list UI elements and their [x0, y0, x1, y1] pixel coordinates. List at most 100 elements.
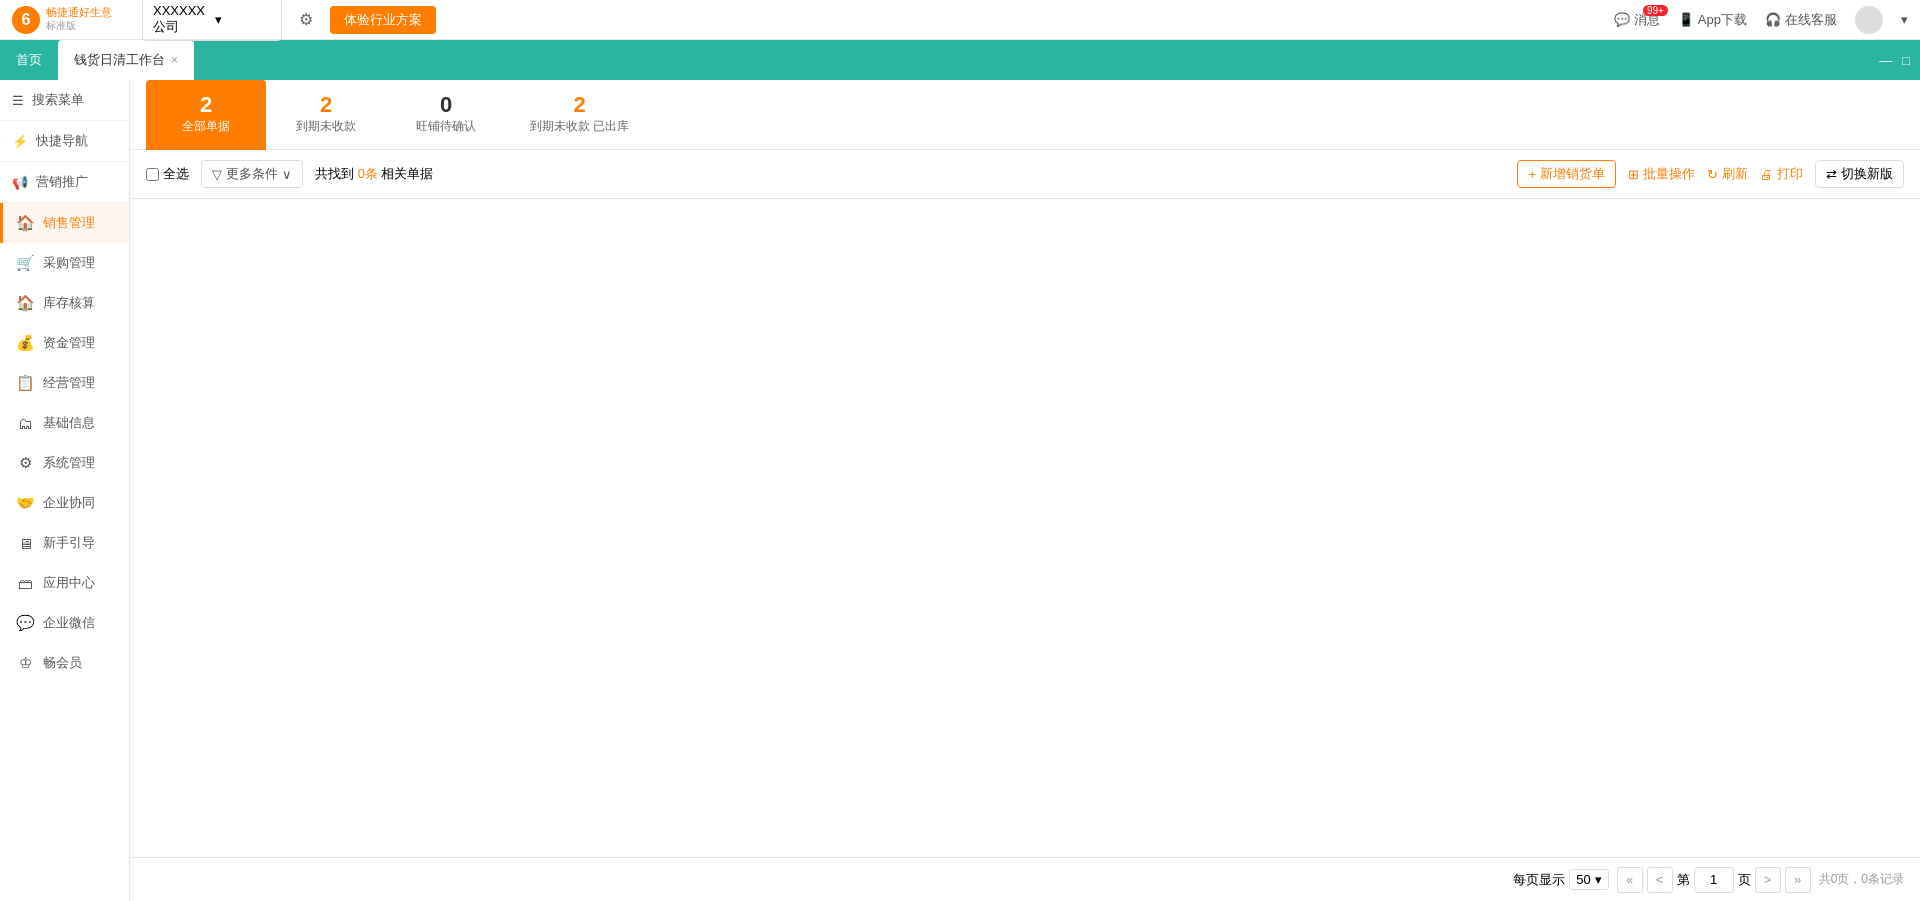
sidebar-item-guide[interactable]: 🖥 新手引导 — [0, 523, 129, 563]
stats-overdue-count: 2 — [290, 92, 362, 118]
refresh-button[interactable]: ↻ 刷新 — [1707, 165, 1748, 183]
sidebar-item-capital[interactable]: 💰 资金管理 — [0, 323, 129, 363]
wechat-icon: 💬 — [15, 614, 35, 632]
sidebar-inventory-label: 库存核算 — [43, 294, 95, 312]
tab-active[interactable]: 钱货日清工作台 × — [58, 40, 194, 80]
sidebar-item-inventory[interactable]: 🏠 库存核算 — [0, 283, 129, 323]
sidebar-item-marketing[interactable]: 📢 营销推广 — [0, 162, 129, 203]
tab-home[interactable]: 首页 — [0, 40, 58, 80]
avatar[interactable] — [1855, 6, 1883, 34]
select-all-checkbox[interactable]: 全选 — [146, 165, 189, 183]
stats-tab-overdue[interactable]: 2 到期未收款 — [266, 80, 386, 149]
sidebar-item-member[interactable]: ♔ 畅会员 — [0, 643, 129, 683]
select-all-label: 全选 — [163, 165, 189, 183]
maximize-icon[interactable]: □ — [1902, 53, 1910, 68]
sidebar-item-search[interactable]: ☰ 搜索菜单 — [0, 80, 129, 121]
page-label: 第 — [1677, 871, 1690, 889]
content-area: 2 全部单据 2 到期未收款 0 旺铺待确认 2 到期未收款 已出库 全选 — [130, 80, 1920, 901]
sidebar-item-wechat[interactable]: 💬 企业微信 — [0, 603, 129, 643]
sidebar-item-enterprise[interactable]: 🤝 企业协同 — [0, 483, 129, 523]
stats-tab-all[interactable]: 2 全部单据 — [146, 80, 266, 150]
trial-button[interactable]: 体验行业方案 — [330, 6, 436, 34]
stats-all-label: 全部单据 — [182, 119, 230, 133]
toolbar: 全选 ▽ 更多条件 ∨ 共找到 0条 相关单据 + 新增销货单 — [130, 150, 1920, 199]
app-download-button[interactable]: 📱 App下载 — [1678, 11, 1747, 29]
stats-tab-wangpu[interactable]: 0 旺铺待确认 — [386, 80, 506, 149]
capital-icon: 💰 — [15, 334, 35, 352]
sidebar-item-basic-info[interactable]: 🗂 基础信息 — [0, 403, 129, 443]
last-page-button[interactable]: » — [1785, 867, 1811, 893]
refresh-label: 刷新 — [1722, 165, 1748, 183]
per-page-label: 每页显示 — [1513, 871, 1565, 889]
minimize-icon[interactable]: — — [1879, 53, 1892, 68]
member-icon: ♔ — [15, 654, 35, 672]
app-logo-icon: 6 — [12, 6, 40, 34]
prev-page-button[interactable]: < — [1647, 867, 1673, 893]
switch-new-version-button[interactable]: ⇄ 切换新版 — [1815, 160, 1904, 188]
tab-active-label: 钱货日清工作台 — [74, 51, 165, 69]
select-all-input[interactable] — [146, 168, 159, 181]
tab-home-label: 首页 — [16, 51, 42, 69]
basic-info-icon: 🗂 — [15, 415, 35, 432]
tab-close-button[interactable]: × — [171, 53, 178, 67]
enterprise-icon: 🤝 — [15, 494, 35, 512]
stats-all-count: 2 — [170, 92, 242, 118]
new-sales-button[interactable]: + 新增销货单 — [1517, 160, 1616, 188]
sales-icon: 🏠 — [15, 214, 35, 232]
sidebar-quick-nav-label: 快捷导航 — [36, 132, 88, 150]
sidebar-capital-label: 资金管理 — [43, 334, 95, 352]
last-page-icon: » — [1794, 872, 1801, 887]
pagination: 每页显示 50 ▾ « < 第 页 > — [130, 857, 1920, 901]
next-page-button[interactable]: > — [1755, 867, 1781, 893]
user-menu[interactable]: ▾ — [1901, 12, 1908, 27]
refresh-icon: ↻ — [1707, 167, 1718, 182]
chevron-down-icon: ▾ — [1901, 12, 1908, 27]
per-page-value: 50 — [1576, 872, 1590, 887]
top-header: 6 畅捷通好生意 标准版 XXXXXX公司 ▾ ⚙ 体验行业方案 💬 消息 99… — [0, 0, 1920, 40]
stats-tab-shipped[interactable]: 2 到期未收款 已出库 — [506, 80, 653, 149]
sidebar-search-label: 搜索菜单 — [32, 91, 84, 109]
page-input[interactable] — [1694, 867, 1734, 893]
batch-operation-button[interactable]: ⊞ 批量操作 — [1628, 165, 1695, 183]
sidebar-item-system[interactable]: ⚙ 系统管理 — [0, 443, 129, 483]
chevron-down-icon: ▾ — [1595, 872, 1602, 887]
per-page-select[interactable]: 50 ▾ — [1569, 869, 1608, 890]
print-icon: 🖨 — [1760, 167, 1773, 182]
guide-icon: 🖥 — [15, 535, 35, 552]
download-icon: 📱 — [1678, 12, 1694, 27]
settings-button[interactable]: ⚙ — [292, 6, 320, 34]
chevron-down-icon: ▾ — [215, 12, 271, 27]
page-size-selector: 每页显示 50 ▾ — [1513, 869, 1608, 890]
stats-shipped-count: 2 — [530, 92, 629, 118]
sidebar-item-quick-nav[interactable]: ⚡ 快捷导航 — [0, 121, 129, 162]
online-service-button[interactable]: 🎧 在线客服 — [1765, 11, 1837, 29]
messages-button[interactable]: 💬 消息 99+ — [1614, 11, 1660, 29]
print-button[interactable]: 🖨 打印 — [1760, 165, 1803, 183]
sidebar-item-sales[interactable]: 🏠 销售管理 — [0, 203, 129, 243]
sidebar-item-app-center[interactable]: 🗃 应用中心 — [0, 563, 129, 603]
quick-nav-icon: ⚡ — [12, 134, 28, 149]
switch-icon: ⇄ — [1826, 167, 1837, 182]
found-count: 0条 — [358, 166, 378, 181]
sidebar-wechat-label: 企业微信 — [43, 614, 95, 632]
marketing-icon: 📢 — [12, 175, 28, 190]
stats-tabs: 2 全部单据 2 到期未收款 0 旺铺待确认 2 到期未收款 已出库 — [130, 80, 1920, 150]
stats-wangpu-count: 0 — [410, 92, 482, 118]
inventory-icon: 🏠 — [15, 294, 35, 312]
message-icon: 💬 — [1614, 12, 1630, 27]
sidebar-item-operations[interactable]: 📋 经营管理 — [0, 363, 129, 403]
toolbar-left: 全选 ▽ 更多条件 ∨ 共找到 0条 相关单据 — [146, 160, 433, 188]
sidebar-item-purchase[interactable]: 🛒 采购管理 — [0, 243, 129, 283]
operations-icon: 📋 — [15, 374, 35, 392]
service-icon: 🎧 — [1765, 12, 1781, 27]
switch-label: 切换新版 — [1841, 165, 1893, 183]
sidebar-sales-label: 销售管理 — [43, 214, 95, 232]
first-page-button[interactable]: « — [1617, 867, 1643, 893]
tab-window-controls: — □ — [1879, 53, 1920, 68]
header-right: 💬 消息 99+ 📱 App下载 🎧 在线客服 ▾ — [1614, 6, 1908, 34]
total-info: 共0页，0条记录 — [1819, 871, 1904, 888]
sidebar-app-center-label: 应用中心 — [43, 574, 95, 592]
table-area — [130, 199, 1920, 857]
company-selector[interactable]: XXXXXX公司 ▾ — [142, 0, 282, 41]
filter-button[interactable]: ▽ 更多条件 ∨ — [201, 160, 303, 188]
